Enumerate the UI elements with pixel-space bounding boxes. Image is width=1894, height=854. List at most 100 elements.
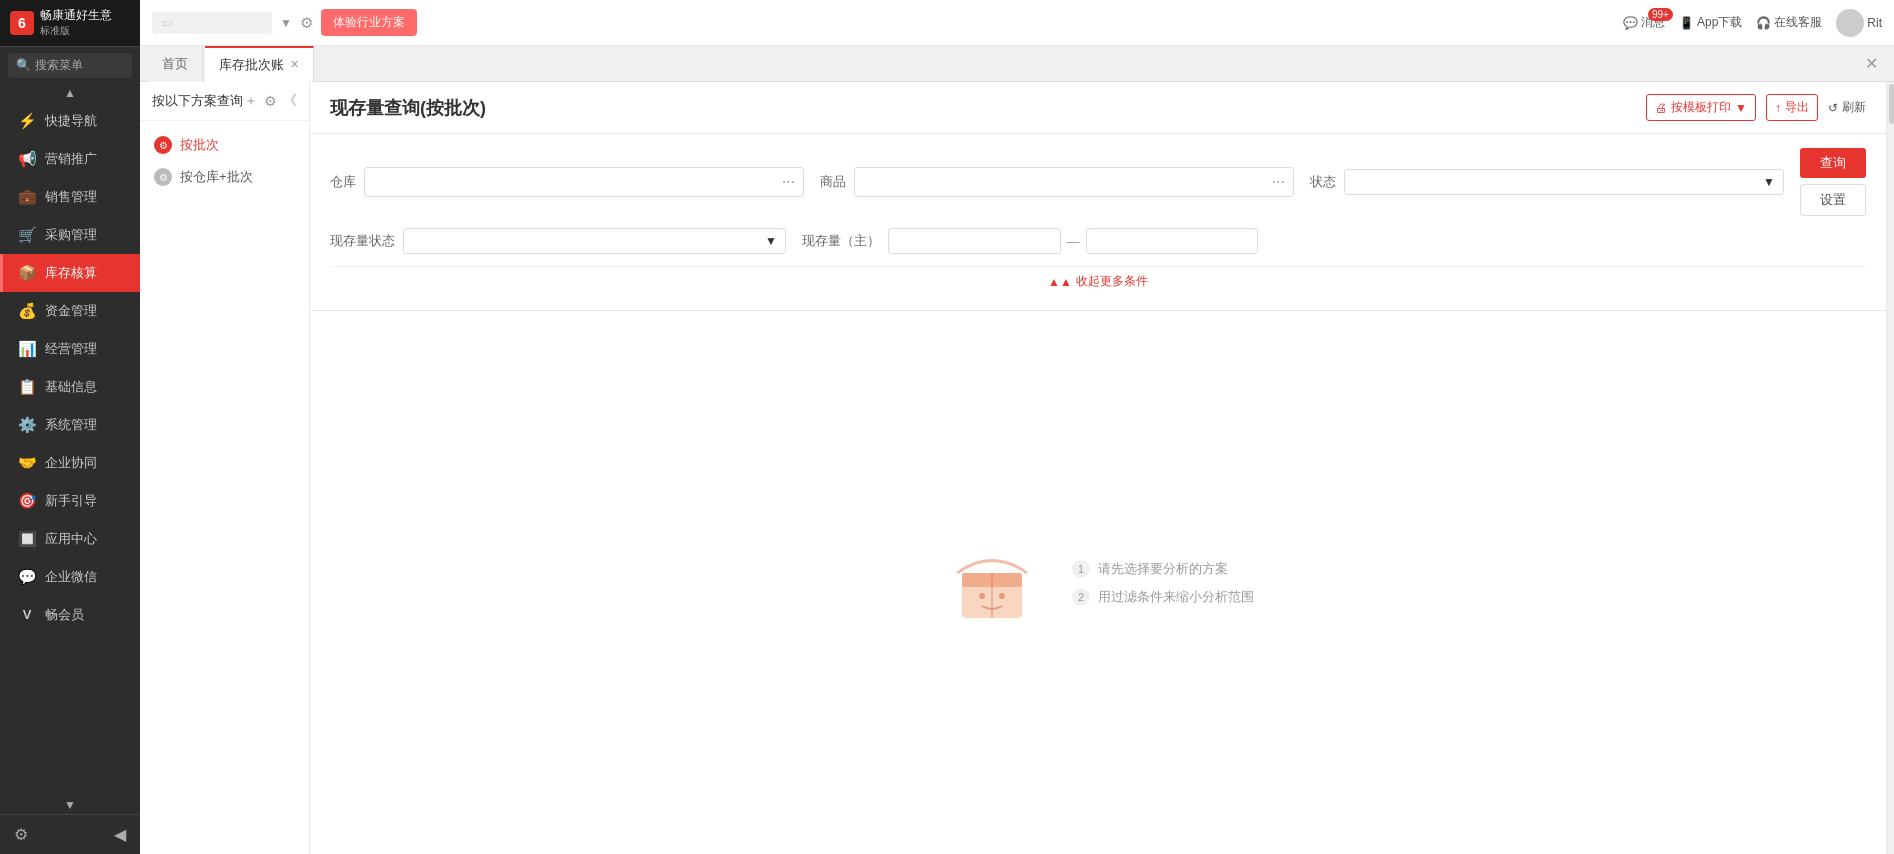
- nav-label: 新手引导: [45, 492, 97, 510]
- enterprise-icon: 🤝: [17, 454, 37, 472]
- nav-label: 资金管理: [45, 302, 97, 320]
- sidebar-item-finance[interactable]: 💰 资金管理: [0, 292, 140, 330]
- sidebar-item-operation[interactable]: 📊 经营管理: [0, 330, 140, 368]
- query-button[interactable]: 查询: [1800, 148, 1866, 178]
- filter-row-2: 现存量状态 ▼ 现存量（主） —: [330, 228, 1866, 254]
- stock-status-select[interactable]: ▼: [403, 228, 786, 254]
- user-avatar[interactable]: Rit: [1836, 9, 1882, 37]
- nav-label: 库存核算: [45, 264, 97, 282]
- scroll-thumb[interactable]: [1889, 84, 1894, 124]
- hint-num-1: 1: [1072, 560, 1090, 578]
- sidebar-item-marketing[interactable]: 📢 营销推广: [0, 140, 140, 178]
- topbar-icons: 💬 消息 99+ 📱 App下载 🎧 在线客服 Rit: [1623, 9, 1882, 37]
- refresh-icon: ↺: [1828, 101, 1838, 115]
- stock-qty-max[interactable]: [1086, 228, 1259, 254]
- stock-qty-dash: —: [1067, 234, 1080, 249]
- page-title: 现存量查询(按批次): [330, 96, 486, 120]
- collapse-filter-button[interactable]: ▲▲ 收起更多条件: [330, 266, 1866, 296]
- warehouse-label: 仓库: [330, 173, 356, 191]
- scheme-item-batch[interactable]: ⚙ 按批次: [140, 129, 309, 161]
- column-settings-button[interactable]: 设置: [1800, 184, 1866, 216]
- wxwork-icon: 💬: [17, 568, 37, 586]
- status-label: 状态: [1310, 173, 1336, 191]
- operation-icon: 📊: [17, 340, 37, 358]
- sidebar-item-member[interactable]: V 畅会员: [0, 596, 140, 634]
- collapse-panel-icon[interactable]: 《: [283, 92, 297, 110]
- left-panel-title: 按以下方案查询: [152, 92, 243, 110]
- status-select[interactable]: ▼: [1344, 169, 1784, 195]
- topbar: ▭ ▼ ⚙ 体验行业方案 💬 消息 99+ 📱 App下载 🎧 在线客服 Rit: [140, 0, 1894, 46]
- member-icon: V: [17, 607, 37, 622]
- export-button[interactable]: ↑ 导出: [1766, 94, 1818, 121]
- right-scrollbar[interactable]: [1886, 82, 1894, 854]
- export-icon: ↑: [1775, 101, 1781, 115]
- hint-text-1: 请先选择要分析的方案: [1098, 560, 1228, 578]
- search-label: 搜索菜单: [35, 57, 83, 74]
- scheme-item-warehouse-batch[interactable]: ⚙ 按仓库+批次: [140, 161, 309, 193]
- nav-label: 企业微信: [45, 568, 97, 586]
- close-tab-button[interactable]: ✕: [1857, 54, 1886, 73]
- refresh-button[interactable]: ↺ 刷新: [1828, 99, 1866, 116]
- left-panel-items: ⚙ 按批次 ⚙ 按仓库+批次: [140, 121, 309, 201]
- tab-home-label: 首页: [162, 55, 188, 73]
- sidebar-item-sales[interactable]: 💼 销售管理: [0, 178, 140, 216]
- scheme-settings-icon[interactable]: ⚙: [264, 93, 277, 109]
- nav-label: 经营管理: [45, 340, 97, 358]
- tab-home[interactable]: 首页: [148, 46, 203, 82]
- page-header: 现存量查询(按批次) 🖨 按模板打印 ▼ ↑ 导出 ↺ 刷新: [310, 82, 1886, 134]
- topbar-gear-icon[interactable]: ⚙: [300, 14, 313, 32]
- message-badge: 99+: [1648, 8, 1673, 21]
- sidebar-item-shortcut[interactable]: ⚡ 快捷导航: [0, 102, 140, 140]
- sales-icon: 💼: [17, 188, 37, 206]
- collapse-up-icon: ▲▲: [1048, 275, 1072, 289]
- topbar-search[interactable]: ▭: [152, 12, 272, 34]
- sidebar-item-wxwork[interactable]: 💬 企业微信: [0, 558, 140, 596]
- nav-label: 基础信息: [45, 378, 97, 396]
- online-support-button[interactable]: 🎧 在线客服: [1756, 14, 1822, 31]
- sidebar-item-newbie[interactable]: 🎯 新手引导: [0, 482, 140, 520]
- sidebar-item-system[interactable]: ⚙️ 系统管理: [0, 406, 140, 444]
- hint-item-1: 1 请先选择要分析的方案: [1072, 560, 1254, 578]
- add-scheme-icon[interactable]: ＋: [244, 92, 258, 110]
- left-panel: 按以下方案查询 ＋ ⚙ 《 ⚙ 按批次 ⚙ 按仓库+批次: [140, 82, 310, 854]
- empty-hints: 1 请先选择要分析的方案 2 用过滤条件来缩小分析范围: [1072, 560, 1254, 606]
- nav-label: 系统管理: [45, 416, 97, 434]
- collapse-sidebar-icon[interactable]: ◀: [114, 825, 126, 844]
- sidebar-item-inventory[interactable]: 📦 库存核算: [0, 254, 140, 292]
- message-button[interactable]: 💬 消息 99+: [1623, 14, 1665, 31]
- nav-label: 销售管理: [45, 188, 97, 206]
- print-button[interactable]: 🖨 按模板打印 ▼: [1646, 94, 1756, 121]
- scheme-label-batch: 按批次: [180, 136, 219, 154]
- stock-qty-min[interactable]: [888, 228, 1061, 254]
- product-input[interactable]: ···: [854, 167, 1294, 197]
- sidebar-scroll-up[interactable]: ▲: [0, 84, 140, 102]
- warehouse-input[interactable]: ···: [364, 167, 804, 197]
- trial-button[interactable]: 体验行业方案: [321, 9, 417, 36]
- tab-close-icon[interactable]: ✕: [290, 58, 299, 71]
- avatar: [1836, 9, 1864, 37]
- scheme-dot-gray: ⚙: [154, 168, 172, 186]
- topbar-chevron-icon[interactable]: ▼: [280, 16, 292, 30]
- sidebar-search[interactable]: 🔍 搜索菜单: [8, 53, 132, 78]
- hint-text-2: 用过滤条件来缩小分析范围: [1098, 588, 1254, 606]
- topbar-search-icon: ▭: [162, 16, 173, 30]
- tab-batch[interactable]: 库存批次账 ✕: [205, 46, 314, 82]
- sidebar-item-purchase[interactable]: 🛒 采购管理: [0, 216, 140, 254]
- settings-icon[interactable]: ⚙: [14, 825, 28, 844]
- warehouse-dots[interactable]: ···: [782, 173, 795, 191]
- product-label: 商品: [820, 173, 846, 191]
- nav-label: 快捷导航: [45, 112, 97, 130]
- download-icon: 📱: [1679, 16, 1694, 30]
- sidebar-item-apps[interactable]: 🔲 应用中心: [0, 520, 140, 558]
- sidebar-item-enterprise[interactable]: 🤝 企业协同: [0, 444, 140, 482]
- app-download-button[interactable]: 📱 App下载: [1679, 14, 1742, 31]
- message-icon: 💬: [1623, 16, 1638, 30]
- refresh-label: 刷新: [1842, 99, 1866, 116]
- left-panel-header: 按以下方案查询 ＋ ⚙ 《: [140, 82, 309, 121]
- product-dots[interactable]: ···: [1272, 173, 1285, 191]
- sidebar-scroll-down[interactable]: ▼: [0, 796, 140, 814]
- scheme-dot-red: ⚙: [154, 136, 172, 154]
- marketing-icon: 📢: [17, 150, 37, 168]
- sidebar-footer: ⚙ ◀: [0, 814, 140, 854]
- sidebar-item-basic[interactable]: 📋 基础信息: [0, 368, 140, 406]
